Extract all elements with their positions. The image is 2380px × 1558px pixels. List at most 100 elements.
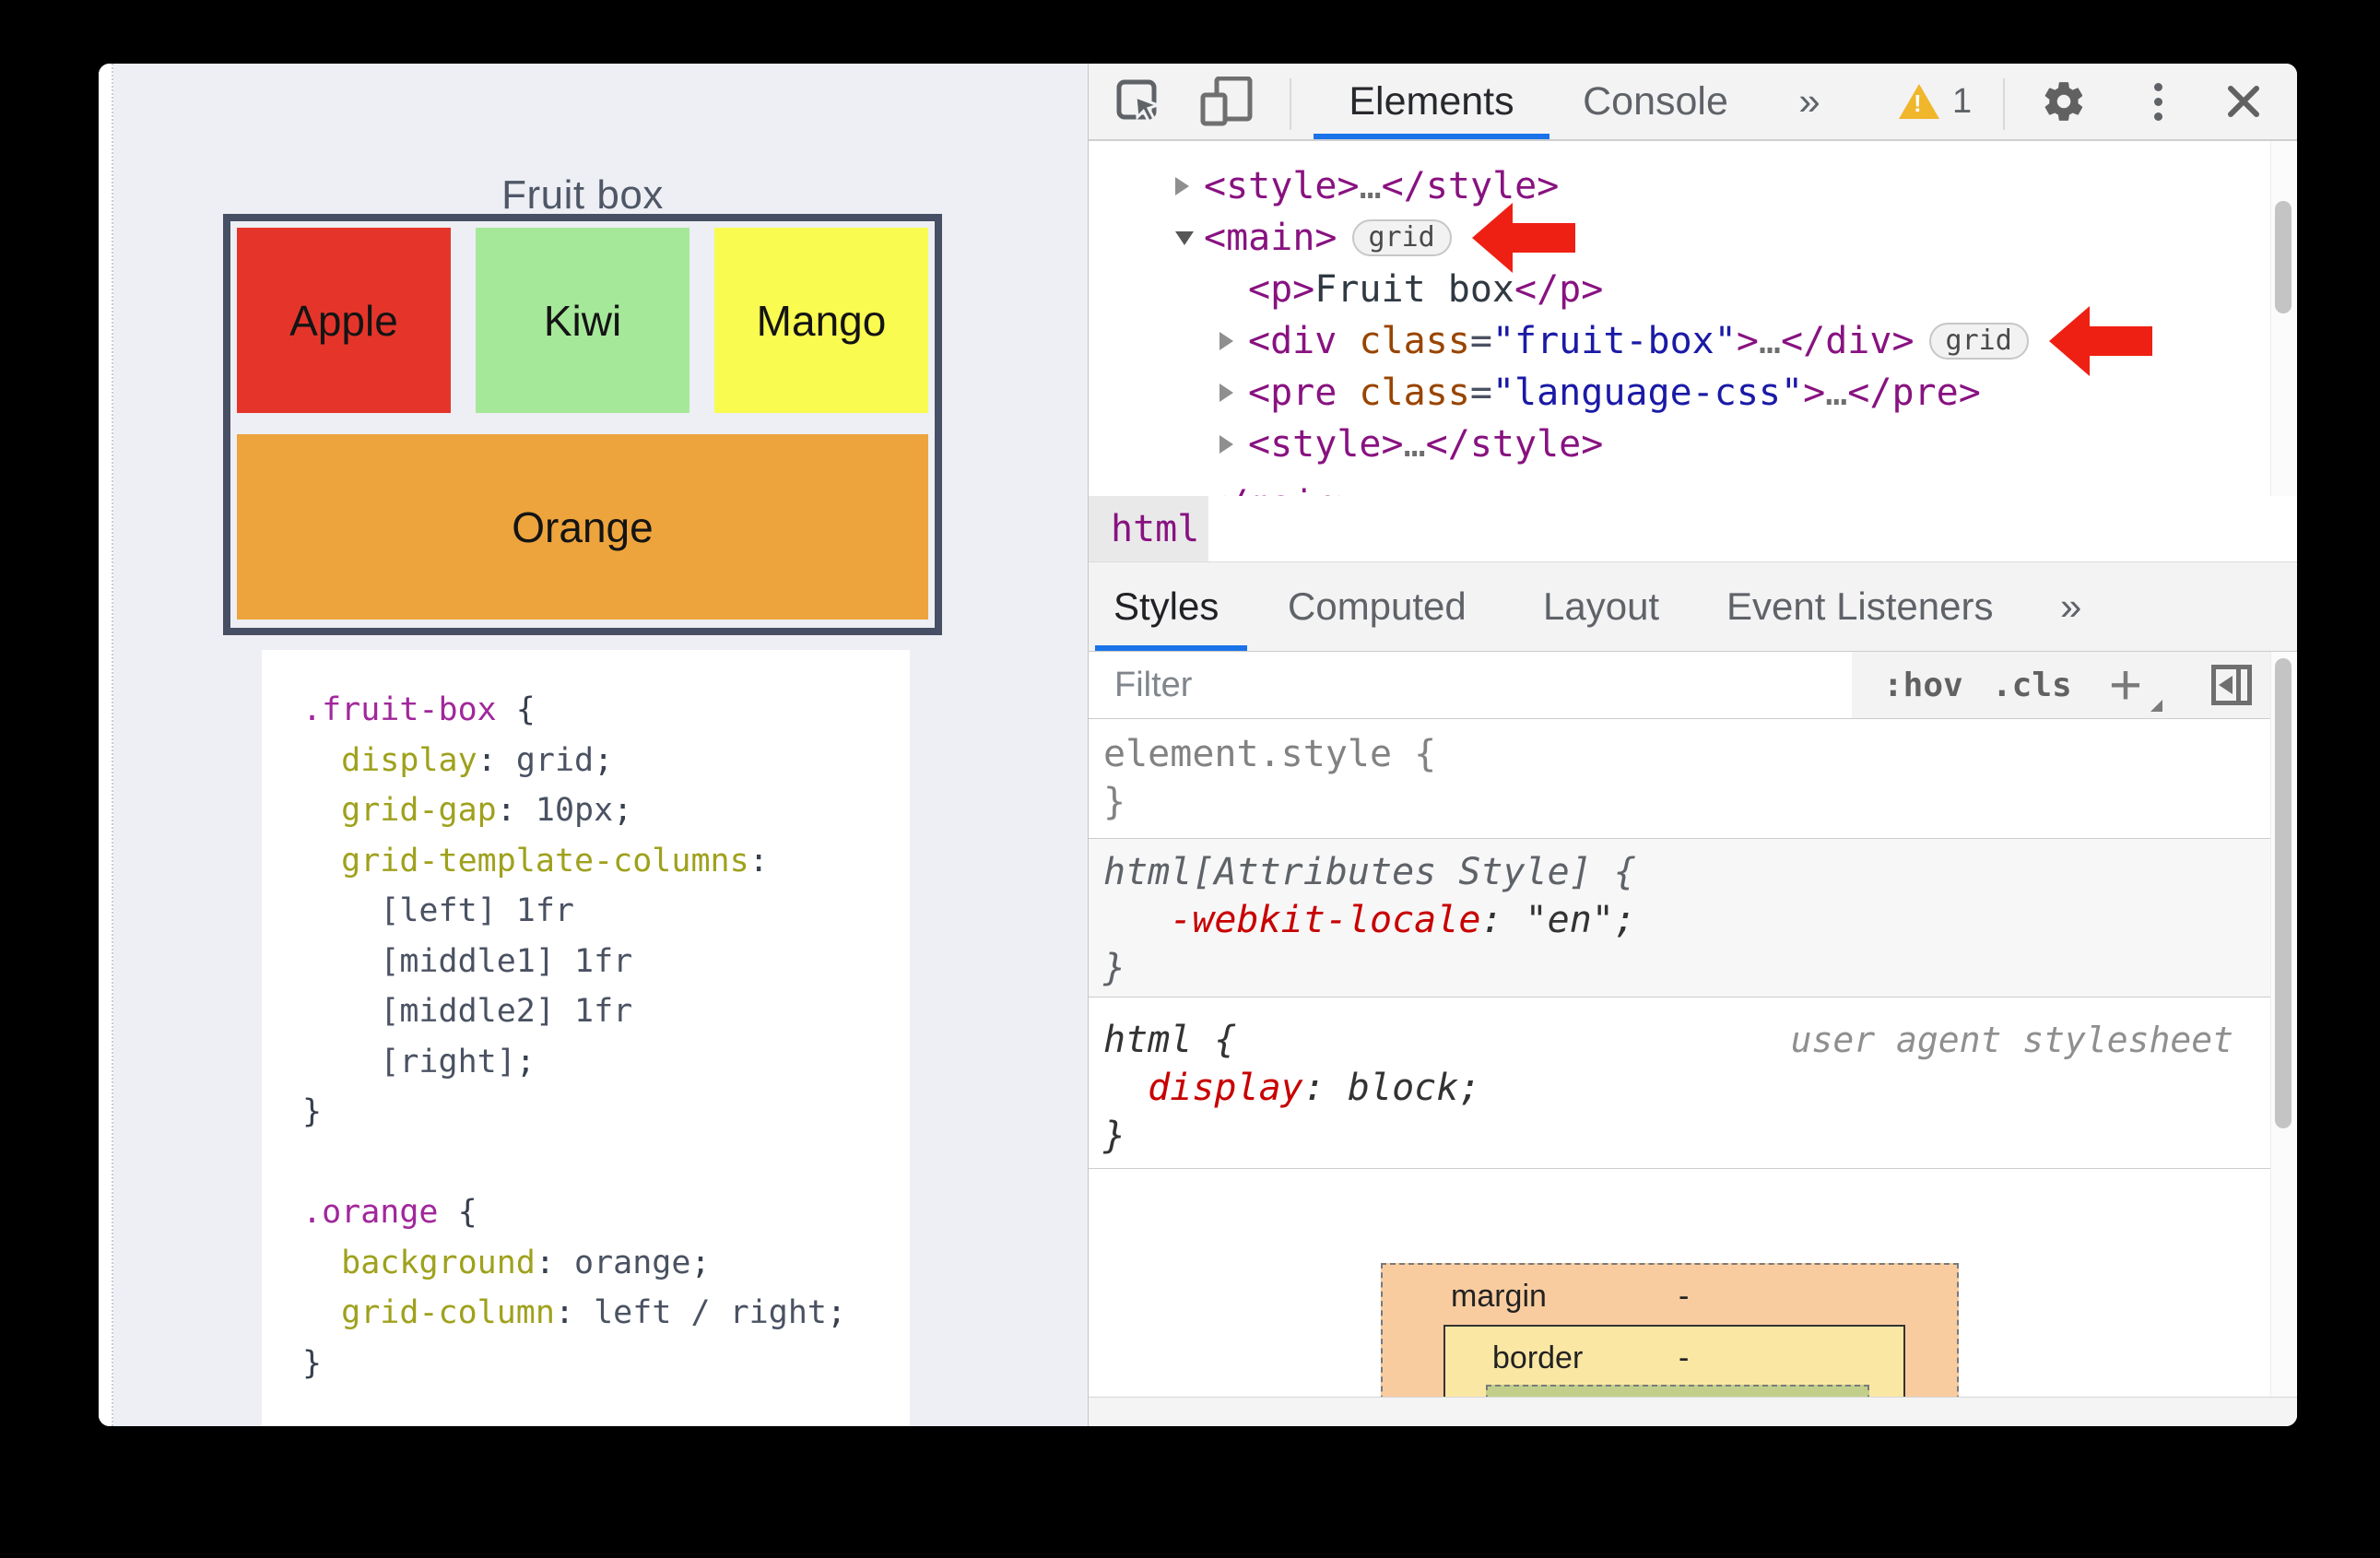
more-tabs-button[interactable]: »: [2060, 562, 2081, 651]
issues-counter[interactable]: 1: [1899, 64, 1972, 139]
triangle-left-icon: [2219, 676, 2233, 694]
code-line: grid-gap: 10px;: [341, 792, 633, 829]
border-top-value[interactable]: -: [1679, 1340, 1689, 1376]
chevron-right-icon[interactable]: [1219, 332, 1248, 350]
dom-row-main[interactable]: <main> grid: [1175, 203, 1575, 273]
border-label: border: [1492, 1340, 1584, 1375]
dom-row-pre[interactable]: <pre class="language-css">…</pre>: [1219, 372, 1981, 413]
box-model-diagram: margin - border -: [1089, 1169, 2270, 1397]
code-line: [middle2] 1fr: [302, 993, 633, 1030]
page-left-gutter: [99, 64, 113, 1426]
fruit-box-orange: Orange: [237, 434, 928, 620]
css-rule-line[interactable]: }: [1103, 778, 2270, 826]
chevron-double-right-icon: »: [1798, 79, 1820, 123]
dom-node-text: <main>: [1204, 217, 1337, 259]
dom-tree-scrollbar-thumb[interactable]: [2275, 201, 2292, 313]
code-line: .orange {: [302, 1194, 477, 1231]
stylesheet-origin-label: user agent stylesheet: [1790, 1020, 2233, 1060]
chevron-down-icon[interactable]: [1175, 230, 1204, 245]
close-devtools-button[interactable]: [2215, 64, 2272, 139]
toggle-element-state-button[interactable]: :hov: [1883, 652, 1963, 718]
fruit-box-kiwi: Kiwi: [476, 228, 689, 413]
screenshot-canvas: Fruit box Apple Kiwi Mango Orange .fruit…: [0, 0, 2380, 1558]
fruit-label-mango: Mango: [756, 296, 887, 345]
warning-icon: [1899, 84, 1939, 119]
code-line: background: orange;: [341, 1244, 711, 1281]
code-line: [middle1] 1fr: [302, 942, 633, 980]
grid-badge[interactable]: grid: [1351, 219, 1452, 256]
grid-badge[interactable]: grid: [1928, 323, 2029, 360]
dom-row-style-2[interactable]: <style>…</style>: [1219, 424, 1603, 465]
css-rule-line[interactable]: display: block;: [1103, 1064, 2270, 1112]
fruit-label-kiwi: Kiwi: [543, 296, 622, 345]
breadcrumb-item-html[interactable]: html: [1089, 496, 1208, 561]
code-line: }: [302, 1093, 323, 1130]
chevron-right-icon[interactable]: [1219, 384, 1248, 402]
dom-row-style-1[interactable]: <style>…</style>: [1175, 166, 1559, 207]
close-icon: [2228, 86, 2259, 117]
css-rule-line[interactable]: }: [1103, 1112, 2270, 1160]
css-rule-line[interactable]: html[Attributes Style] {: [1103, 848, 2270, 896]
kebab-menu-icon: [2153, 82, 2162, 121]
dom-row-main-close[interactable]: </main>: [1175, 484, 1360, 496]
styles-tab-bar: Styles Computed Layout Event Listeners »: [1089, 562, 2297, 652]
devtools-panel: Elements Console » 1: [1088, 64, 2297, 1426]
styles-filter-input[interactable]: [1089, 652, 1852, 718]
inspect-cursor-icon: [1116, 79, 1162, 124]
box-model-padding: [1486, 1385, 1869, 1397]
toolbar-divider: [2003, 78, 2005, 130]
rule-html-user-agent: user agent stylesheet html { display: bl…: [1089, 997, 2270, 1169]
fruit-box-grid: Apple Kiwi Mango Orange: [223, 214, 942, 635]
tab-event-listeners[interactable]: Event Listeners: [1726, 562, 1994, 651]
active-tab-underline: [1095, 645, 1247, 651]
code-line: grid-template-columns:: [341, 842, 769, 879]
annotation-arrow-left-icon: [1471, 203, 1575, 273]
css-rule-line[interactable]: -webkit-locale: "en";: [1103, 896, 2270, 944]
tab-layout[interactable]: Layout: [1543, 562, 1659, 651]
device-toolbar-icon: [1200, 77, 1253, 126]
dom-node-text: <pre class="language-css">…</pre>: [1248, 372, 1981, 414]
styles-scrollbar-thumb[interactable]: [2275, 658, 2292, 1128]
new-rule-dropdown-triangle: [2150, 700, 2162, 712]
tab-elements[interactable]: Elements: [1314, 64, 1549, 139]
browser-demo-window: Fruit box Apple Kiwi Mango Orange .fruit…: [99, 64, 2297, 1426]
breadcrumb: html: [1089, 496, 2297, 562]
device-toolbar-button[interactable]: [1197, 64, 1256, 139]
toggle-sidebar-icon[interactable]: [2211, 665, 2252, 705]
new-style-rule-button[interactable]: +: [2093, 652, 2158, 718]
element-classes-button[interactable]: .cls: [1992, 652, 2072, 718]
inspect-element-button[interactable]: [1114, 64, 1166, 139]
gear-icon: [2044, 82, 2083, 121]
chevron-right-icon[interactable]: [1219, 435, 1248, 454]
dom-row-p[interactable]: <p>Fruit box</p>: [1219, 269, 1603, 310]
page-title: Fruit box: [501, 172, 664, 218]
dom-row-div-fruit-box[interactable]: <div class="fruit-box">…</div> grid: [1219, 306, 2152, 376]
tab-computed[interactable]: Computed: [1288, 562, 1467, 651]
dom-node-text: </main>: [1204, 484, 1360, 496]
tab-console-label: Console: [1583, 78, 1728, 124]
styles-filter-bar: :hov .cls +: [1089, 652, 2297, 719]
chevron-right-icon[interactable]: [1175, 177, 1204, 195]
more-options-button[interactable]: [2135, 64, 2181, 139]
toolbar-divider: [1290, 78, 1291, 130]
settings-button[interactable]: [2036, 64, 2091, 139]
code-line: .fruit-box {: [302, 691, 536, 728]
rule-html-attributes-style: html[Attributes Style] { -webkit-locale:…: [1089, 839, 2270, 997]
more-tabs-button[interactable]: »: [1782, 64, 1837, 139]
css-rule-line[interactable]: element.style {: [1103, 730, 2270, 778]
devtools-toolbar: Elements Console » 1: [1089, 64, 2297, 141]
margin-label: margin: [1451, 1279, 1547, 1314]
sidebar-bar: [2236, 669, 2241, 701]
code-line: grid-column: left / right;: [341, 1294, 847, 1331]
tab-console[interactable]: Console: [1568, 64, 1743, 139]
dom-tree: <style>…</style> <main> grid <p>Fruit bo…: [1089, 141, 2270, 496]
css-rule-line[interactable]: }: [1103, 944, 2270, 992]
code-line: display: grid;: [341, 741, 614, 779]
dom-node-text: <style>…</style>: [1248, 423, 1604, 466]
margin-top-value[interactable]: -: [1679, 1279, 1689, 1315]
code-line: [left] 1fr: [302, 892, 575, 929]
tab-elements-label: Elements: [1349, 78, 1514, 124]
rule-element-style: element.style { }: [1089, 719, 2270, 839]
tab-styles[interactable]: Styles: [1113, 562, 1219, 651]
page-viewport: Fruit box Apple Kiwi Mango Orange .fruit…: [99, 64, 1088, 1426]
